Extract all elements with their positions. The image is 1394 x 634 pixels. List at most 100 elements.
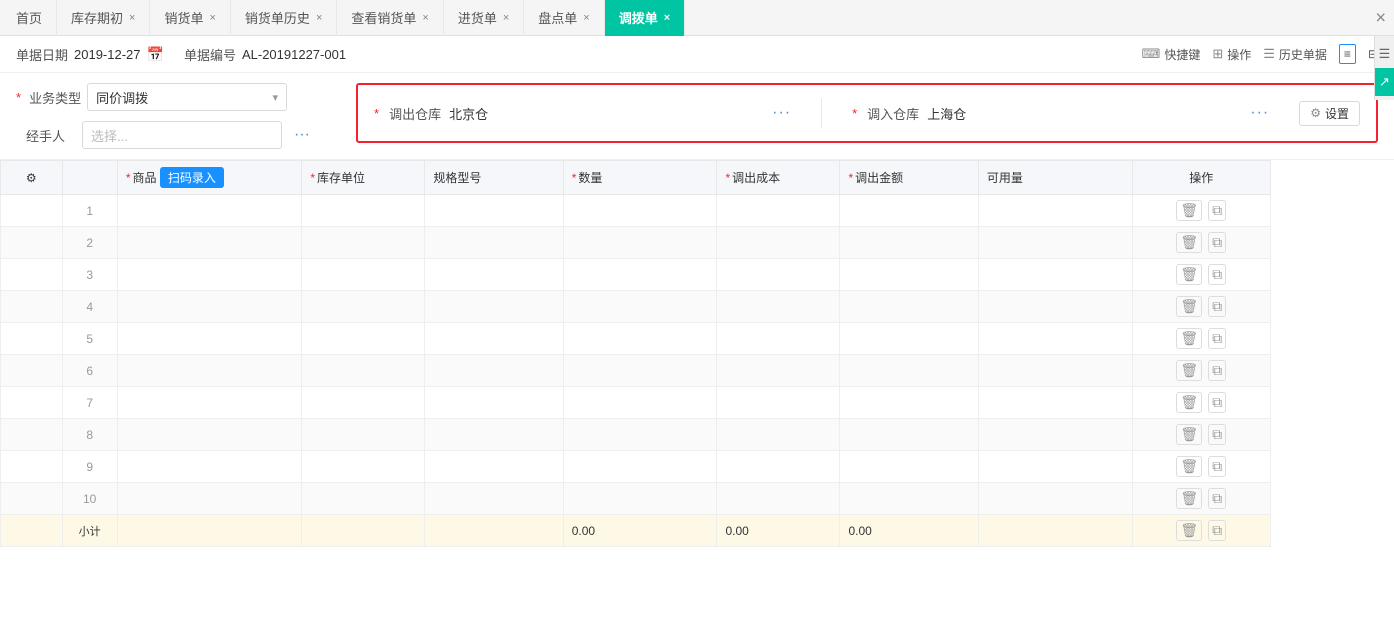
row-qty-cell[interactable]	[563, 451, 717, 483]
tab-purchase-order[interactable]: 进货单 ×	[444, 0, 524, 36]
row-amount-cell[interactable]	[840, 451, 978, 483]
tab-sales-history[interactable]: 销货单历史 ×	[231, 0, 337, 36]
layout-list-button[interactable]: ≡	[1339, 44, 1356, 64]
delete-icon[interactable]: 🗑	[1176, 296, 1202, 317]
table-wrapper[interactable]: ⚙ *商品 扫码录入 *库存单位 规格型号 *数量 *调出成本 *调出金额 可用…	[0, 160, 1394, 634]
copy-icon[interactable]: ⧉	[1208, 456, 1226, 477]
row-goods-cell[interactable]	[117, 291, 302, 323]
row-goods-cell[interactable]	[117, 259, 302, 291]
copy-icon[interactable]: ⧉	[1208, 488, 1226, 509]
copy-icon[interactable]: ⧉	[1208, 424, 1226, 445]
copy-icon[interactable]: ⧉	[1208, 520, 1226, 541]
row-goods-cell[interactable]	[117, 323, 302, 355]
row-spec-cell[interactable]	[425, 195, 563, 227]
shortcuts-button[interactable]: ⌨ 快捷键	[1142, 46, 1201, 63]
row-spec-cell[interactable]	[425, 419, 563, 451]
delete-icon[interactable]: 🗑	[1176, 424, 1202, 445]
close-icon[interactable]: ×	[129, 12, 135, 24]
row-goods-cell[interactable]	[117, 195, 302, 227]
row-cost-cell[interactable]	[717, 195, 840, 227]
row-goods-cell[interactable]	[117, 451, 302, 483]
row-amount-cell[interactable]	[840, 259, 978, 291]
row-qty-cell[interactable]	[563, 483, 717, 515]
delete-icon[interactable]: 🗑	[1176, 200, 1202, 221]
row-spec-cell[interactable]	[425, 227, 563, 259]
row-spec-cell[interactable]	[425, 451, 563, 483]
close-icon[interactable]: ×	[209, 12, 215, 24]
row-amount-cell[interactable]	[840, 227, 978, 259]
copy-icon[interactable]: ⧉	[1208, 264, 1226, 285]
delete-icon[interactable]: 🗑	[1176, 392, 1202, 413]
copy-icon[interactable]: ⧉	[1208, 296, 1226, 317]
history-button[interactable]: ☰ 历史单据	[1263, 46, 1327, 63]
delete-icon[interactable]: 🗑	[1176, 520, 1202, 541]
tab-home[interactable]: 首页	[8, 0, 57, 36]
row-unit-cell[interactable]	[302, 323, 425, 355]
row-cost-cell[interactable]	[717, 387, 840, 419]
tab-sales-order[interactable]: 销货单 ×	[150, 0, 230, 36]
row-goods-cell[interactable]	[117, 419, 302, 451]
copy-icon[interactable]: ⧉	[1208, 360, 1226, 381]
row-spec-cell[interactable]	[425, 387, 563, 419]
copy-icon[interactable]: ⧉	[1208, 392, 1226, 413]
row-amount-cell[interactable]	[840, 419, 978, 451]
row-qty-cell[interactable]	[563, 355, 717, 387]
row-unit-cell[interactable]	[302, 355, 425, 387]
row-goods-cell[interactable]	[117, 387, 302, 419]
row-cost-cell[interactable]	[717, 259, 840, 291]
row-qty-cell[interactable]	[563, 291, 717, 323]
row-amount-cell[interactable]	[840, 387, 978, 419]
row-spec-cell[interactable]	[425, 259, 563, 291]
delete-icon[interactable]: 🗑	[1176, 264, 1202, 285]
delete-icon[interactable]: 🗑	[1176, 328, 1202, 349]
copy-icon[interactable]: ⧉	[1208, 200, 1226, 221]
row-unit-cell[interactable]	[302, 387, 425, 419]
row-cost-cell[interactable]	[717, 291, 840, 323]
row-spec-cell[interactable]	[425, 355, 563, 387]
sidebar-list-icon[interactable]: ☰	[1375, 40, 1394, 68]
close-icon[interactable]: ×	[664, 12, 670, 24]
close-icon[interactable]: ×	[316, 12, 322, 24]
row-amount-cell[interactable]	[840, 483, 978, 515]
close-icon[interactable]: ×	[583, 12, 589, 24]
operations-button[interactable]: ⊞ 操作	[1212, 46, 1251, 63]
row-unit-cell[interactable]	[302, 259, 425, 291]
close-icon[interactable]: ×	[503, 12, 509, 24]
row-goods-cell[interactable]	[117, 483, 302, 515]
row-cost-cell[interactable]	[717, 355, 840, 387]
row-unit-cell[interactable]	[302, 483, 425, 515]
window-close-button[interactable]: ×	[1375, 7, 1386, 28]
row-goods-cell[interactable]	[117, 355, 302, 387]
calendar-icon[interactable]: 📅	[147, 46, 164, 63]
row-unit-cell[interactable]	[302, 451, 425, 483]
tab-inventory-init[interactable]: 库存期初 ×	[57, 0, 150, 36]
sidebar-expand-icon[interactable]: ↗	[1375, 68, 1394, 96]
settings-button[interactable]: ⚙ 设置	[1299, 101, 1360, 126]
row-spec-cell[interactable]	[425, 291, 563, 323]
row-cost-cell[interactable]	[717, 323, 840, 355]
row-qty-cell[interactable]	[563, 227, 717, 259]
row-spec-cell[interactable]	[425, 483, 563, 515]
copy-icon[interactable]: ⧉	[1208, 328, 1226, 349]
copy-icon[interactable]: ⧉	[1208, 232, 1226, 253]
row-amount-cell[interactable]	[840, 195, 978, 227]
row-amount-cell[interactable]	[840, 291, 978, 323]
row-cost-cell[interactable]	[717, 419, 840, 451]
row-amount-cell[interactable]	[840, 323, 978, 355]
row-unit-cell[interactable]	[302, 291, 425, 323]
row-qty-cell[interactable]	[563, 195, 717, 227]
row-qty-cell[interactable]	[563, 387, 717, 419]
row-qty-cell[interactable]	[563, 419, 717, 451]
delete-icon[interactable]: 🗑	[1176, 360, 1202, 381]
row-qty-cell[interactable]	[563, 323, 717, 355]
row-unit-cell[interactable]	[302, 227, 425, 259]
row-spec-cell[interactable]	[425, 323, 563, 355]
warehouse-out-more-icon[interactable]: ···	[772, 104, 791, 122]
row-unit-cell[interactable]	[302, 195, 425, 227]
delete-icon[interactable]: 🗑	[1176, 488, 1202, 509]
row-cost-cell[interactable]	[717, 227, 840, 259]
row-cost-cell[interactable]	[717, 451, 840, 483]
col-gear-header[interactable]: ⚙	[1, 161, 63, 195]
close-icon[interactable]: ×	[422, 12, 428, 24]
warehouse-in-more-icon[interactable]: ···	[1250, 104, 1269, 122]
